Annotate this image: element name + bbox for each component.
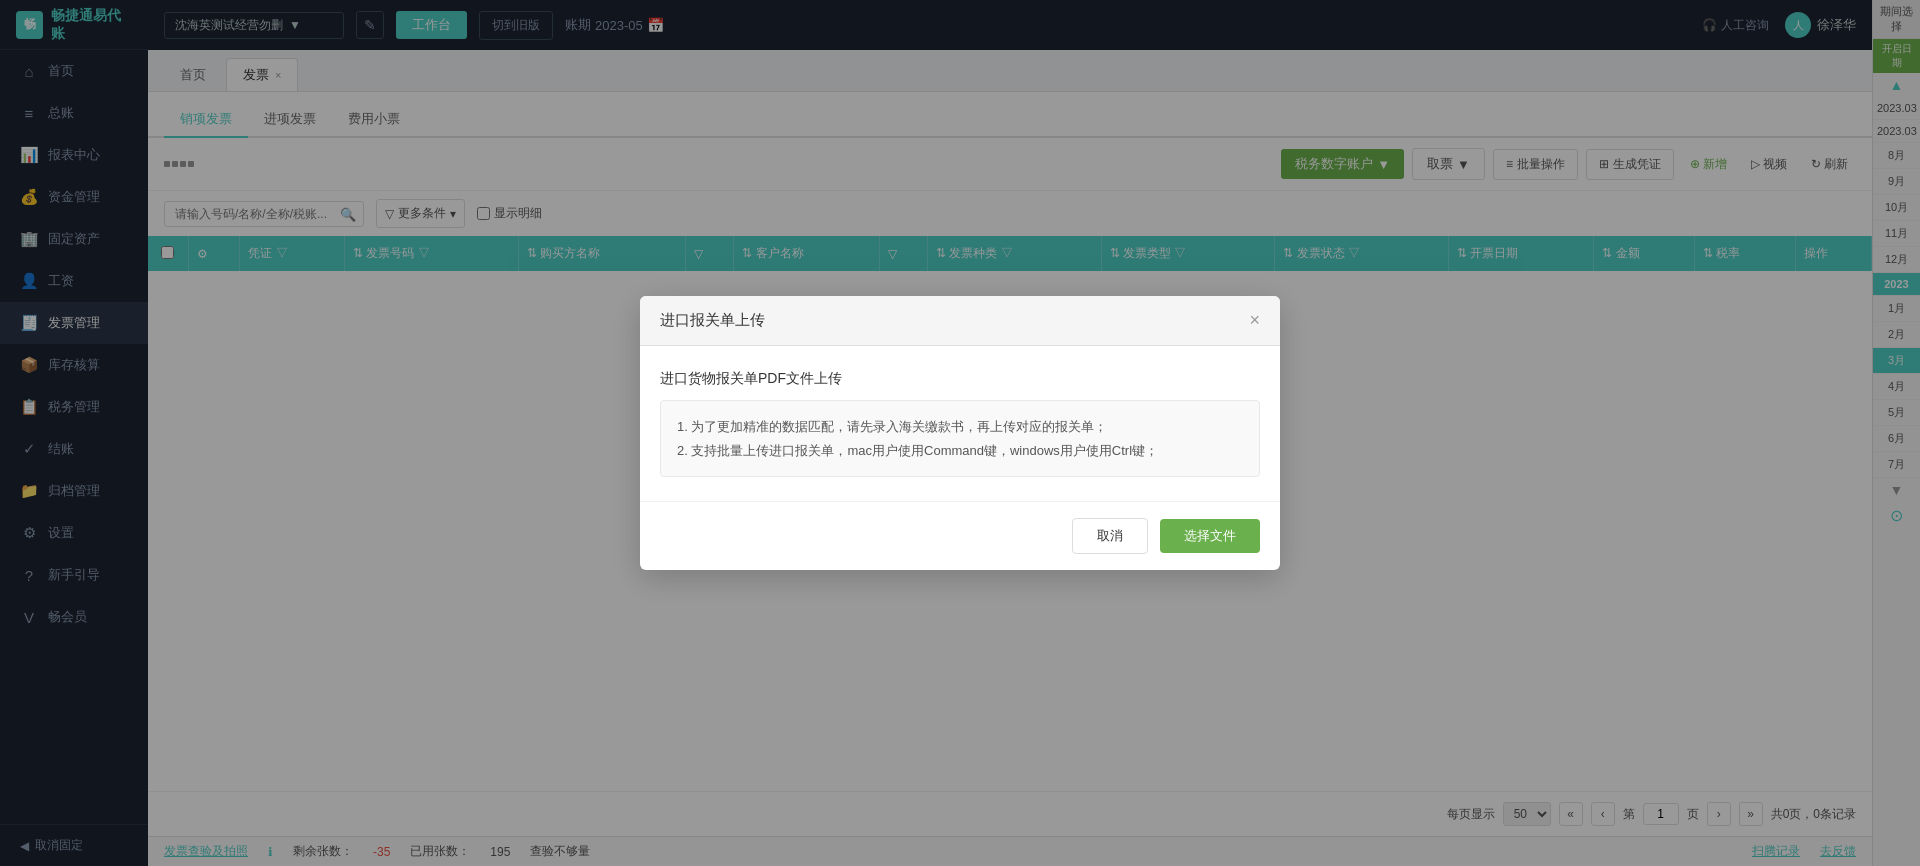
modal-select-file-button[interactable]: 选择文件 [1160, 519, 1260, 553]
modal-body: 进口货物报关单PDF文件上传 1. 为了更加精准的数据匹配，请先录入海关缴款书，… [640, 346, 1280, 501]
modal-overlay: 进口报关单上传 × 进口货物报关单PDF文件上传 1. 为了更加精准的数据匹配，… [0, 0, 1920, 866]
modal-cancel-button[interactable]: 取消 [1072, 518, 1148, 554]
modal-footer: 取消 选择文件 [640, 501, 1280, 570]
modal-header: 进口报关单上传 × [640, 296, 1280, 346]
modal-info-item-1: 1. 为了更加精准的数据匹配，请先录入海关缴款书，再上传对应的报关单； [677, 415, 1243, 438]
modal-close-button[interactable]: × [1249, 310, 1260, 331]
upload-modal: 进口报关单上传 × 进口货物报关单PDF文件上传 1. 为了更加精准的数据匹配，… [640, 296, 1280, 570]
modal-section-title: 进口货物报关单PDF文件上传 [660, 370, 1260, 388]
modal-info-item-2: 2. 支持批量上传进口报关单，mac用户使用Command键，windows用户… [677, 439, 1243, 462]
modal-info-box: 1. 为了更加精准的数据匹配，请先录入海关缴款书，再上传对应的报关单； 2. 支… [660, 400, 1260, 477]
modal-title: 进口报关单上传 [660, 311, 765, 330]
